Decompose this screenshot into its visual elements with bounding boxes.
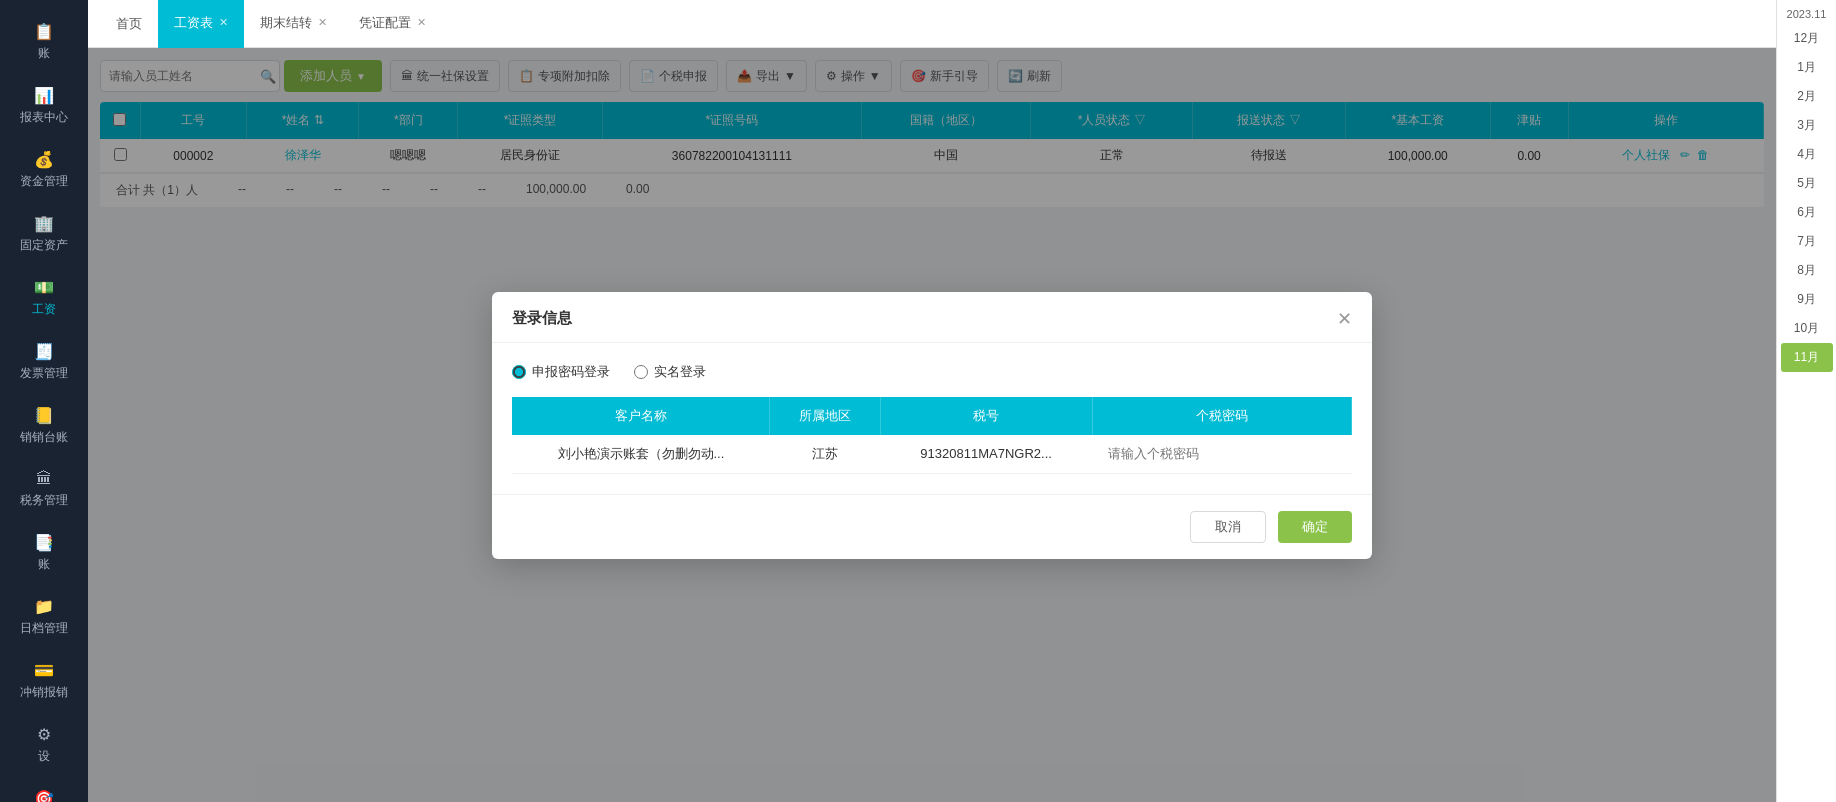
dialog-table: 客户名称 所属地区 税号 个税密码 刘小艳演示账套（勿删勿动... 江苏 bbox=[512, 397, 1352, 474]
sidebar-item-0[interactable]: 📋 账 bbox=[0, 10, 88, 74]
dialog-col-client: 客户名称 bbox=[512, 397, 770, 435]
tab-salary[interactable]: 工资表 ✕ bbox=[158, 0, 244, 48]
month-8[interactable]: 8月 bbox=[1781, 256, 1833, 285]
salary-icon: 💵 bbox=[4, 278, 84, 297]
invoice-icon: 🧾 bbox=[4, 342, 84, 361]
sidebar-item-ledger[interactable]: 📒 销销台账 bbox=[0, 394, 88, 458]
sidebar-item-invoice[interactable]: 🧾 发票管理 bbox=[0, 330, 88, 394]
dialog-region: 江苏 bbox=[770, 435, 880, 474]
tax-icon: 🏛 bbox=[4, 470, 84, 488]
month-7[interactable]: 7月 bbox=[1781, 227, 1833, 256]
login-dialog: 登录信息 ✕ 申报密码登录 实名登录 bbox=[492, 292, 1372, 559]
main-content: 首页 工资表 ✕ 期末结转 ✕ 凭证配置 ✕ 🔍 添加人员 bbox=[88, 0, 1776, 802]
asset-icon: 🏢 bbox=[4, 214, 84, 233]
sidebar-item-archive[interactable]: 📁 日档管理 bbox=[0, 585, 88, 649]
dialog-col-password: 个税密码 bbox=[1092, 397, 1351, 435]
tab-period-close[interactable]: ✕ bbox=[318, 16, 327, 29]
login-type-group: 申报密码登录 实名登录 bbox=[512, 363, 1352, 381]
cancel-button[interactable]: 取消 bbox=[1190, 511, 1266, 543]
tab-bar: 首页 工资表 ✕ 期末结转 ✕ 凭证配置 ✕ bbox=[88, 0, 1776, 48]
dialog-col-region: 所属地区 bbox=[770, 397, 880, 435]
dialog-footer: 取消 确定 bbox=[492, 494, 1372, 559]
settings-icon: ⚙ bbox=[4, 725, 84, 744]
content-area: 🔍 添加人员 ▼ 🏛 统一社保设置 📋 专项附加扣除 📄 个税申报 bbox=[88, 48, 1776, 802]
confirm-button[interactable]: 确定 bbox=[1278, 511, 1352, 543]
ledger-icon: 📒 bbox=[4, 406, 84, 425]
month-10[interactable]: 10月 bbox=[1781, 314, 1833, 343]
sidebar: 📋 账 📊 报表中心 💰 资金管理 🏢 固定资产 💵 工资 🧾 发票管理 📒 销… bbox=[0, 0, 88, 802]
sidebar-item-tax[interactable]: 🏛 税务管理 bbox=[0, 458, 88, 521]
dialog-col-taxno: 税号 bbox=[880, 397, 1092, 435]
account2-icon: 📑 bbox=[4, 533, 84, 552]
refund-icon: 💳 bbox=[4, 661, 84, 680]
archive-icon: 📁 bbox=[4, 597, 84, 616]
month-1[interactable]: 1月 bbox=[1781, 53, 1833, 82]
radio-password[interactable] bbox=[512, 365, 526, 379]
dialog-password-input-cell bbox=[1092, 435, 1351, 474]
dialog-tax-no: 91320811MA7NGR2... bbox=[880, 435, 1092, 474]
sidebar-item-refund[interactable]: 💳 冲销报销 bbox=[0, 649, 88, 713]
month-4[interactable]: 4月 bbox=[1781, 140, 1833, 169]
sidebar-item-8[interactable]: 📑 账 bbox=[0, 521, 88, 585]
radio-realname[interactable] bbox=[634, 365, 648, 379]
dialog-header: 登录信息 ✕ bbox=[492, 292, 1372, 343]
account-icon: 📋 bbox=[4, 22, 84, 41]
radio-option-realname[interactable]: 实名登录 bbox=[634, 363, 706, 381]
report-icon: 📊 bbox=[4, 86, 84, 105]
calendar-panel: 2023.11 12月 1月 2月 3月 4月 5月 6月 7月 8月 9月 1… bbox=[1776, 0, 1836, 802]
tab-salary-close[interactable]: ✕ bbox=[219, 16, 228, 29]
fund-icon: 💰 bbox=[4, 150, 84, 169]
month-12[interactable]: 12月 bbox=[1781, 24, 1833, 53]
sidebar-item-guide[interactable]: 🎯 新手引导 bbox=[0, 777, 88, 802]
month-2[interactable]: 2月 bbox=[1781, 82, 1833, 111]
month-6[interactable]: 6月 bbox=[1781, 198, 1833, 227]
month-9[interactable]: 9月 bbox=[1781, 285, 1833, 314]
dialog-close-button[interactable]: ✕ bbox=[1337, 308, 1352, 330]
dialog-table-row: 刘小艳演示账套（勿删勿动... 江苏 91320811MA7NGR2... bbox=[512, 435, 1352, 474]
month-3[interactable]: 3月 bbox=[1781, 111, 1833, 140]
tab-home[interactable]: 首页 bbox=[100, 0, 158, 48]
tab-period[interactable]: 期末结转 ✕ bbox=[244, 0, 343, 48]
tab-voucher-close[interactable]: ✕ bbox=[417, 16, 426, 29]
dialog-overlay: 登录信息 ✕ 申报密码登录 实名登录 bbox=[88, 48, 1776, 802]
month-11[interactable]: 11月 bbox=[1781, 343, 1833, 372]
dialog-client-name: 刘小艳演示账套（勿删勿动... bbox=[512, 435, 770, 474]
sidebar-item-fund[interactable]: 💰 资金管理 bbox=[0, 138, 88, 202]
radio-option-password[interactable]: 申报密码登录 bbox=[512, 363, 610, 381]
sidebar-item-salary[interactable]: 💵 工资 bbox=[0, 266, 88, 330]
month-5[interactable]: 5月 bbox=[1781, 169, 1833, 198]
sidebar-item-settings[interactable]: ⚙ 设 bbox=[0, 713, 88, 777]
calendar-year: 2023.11 bbox=[1783, 4, 1831, 24]
password-input[interactable] bbox=[1108, 446, 1335, 461]
sidebar-item-report[interactable]: 📊 报表中心 bbox=[0, 74, 88, 138]
sidebar-item-asset[interactable]: 🏢 固定资产 bbox=[0, 202, 88, 266]
tab-voucher[interactable]: 凭证配置 ✕ bbox=[343, 0, 442, 48]
dialog-title: 登录信息 bbox=[512, 309, 572, 328]
guide-icon: 🎯 bbox=[4, 789, 84, 802]
dialog-body: 申报密码登录 实名登录 客户名称 所属地区 bbox=[492, 343, 1372, 494]
